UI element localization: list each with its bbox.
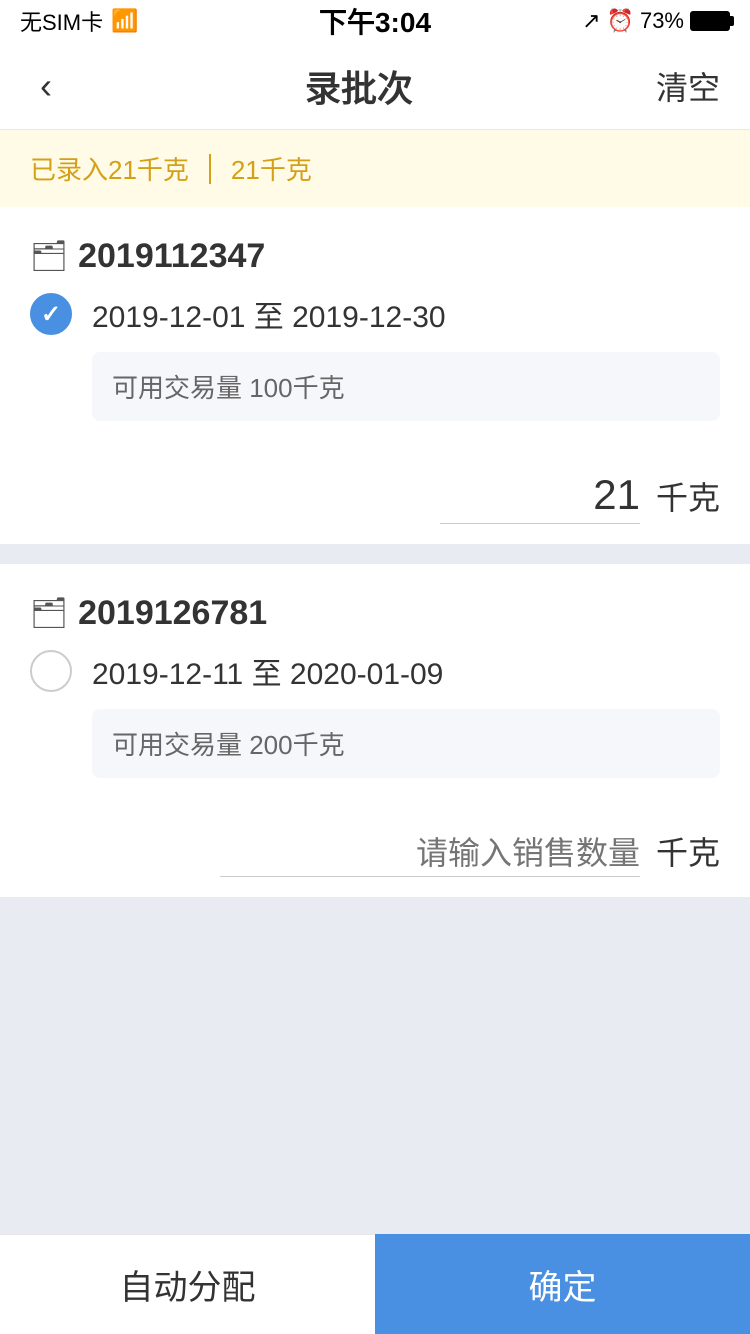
batch1-card: 🗂 2019112347 2019-12-01 至 2019-12-30 可用交…: [0, 207, 750, 451]
status-time: 下午3:04: [319, 1, 431, 41]
batch2-id: 2019126781: [78, 594, 267, 633]
status-bar: 无SIM卡 📶 下午3:04 ↗ ⏰ 73%: [0, 0, 750, 42]
battery-icon: [690, 11, 730, 31]
total-text: 21千克: [231, 150, 312, 187]
batch1-radio[interactable]: [30, 293, 72, 335]
batch2-unit: 千克: [656, 828, 720, 874]
alarm-icon: ⏰: [607, 8, 634, 34]
batch2-qty-input[interactable]: [220, 835, 640, 872]
info-divider: [209, 154, 211, 184]
batch1-available: 可用交易量 100千克: [92, 352, 720, 421]
batch1-header: 🗂 2019112347: [30, 237, 720, 276]
recorded-text: 已录入21千克: [30, 150, 189, 187]
battery-percent: 73%: [640, 8, 684, 34]
batch1-qty-unit: 千克: [656, 473, 720, 519]
batch1-id: 2019112347: [78, 237, 265, 276]
batch1-qty-value: 21: [593, 471, 640, 518]
wifi-icon: 📶: [111, 8, 138, 34]
nav-bar: ‹ 录批次 清空: [0, 42, 750, 130]
batch2-radio[interactable]: [30, 650, 72, 692]
clear-button[interactable]: 清空: [656, 63, 720, 109]
back-button[interactable]: ‹: [30, 55, 62, 117]
status-right: ↗ ⏰ 73%: [582, 8, 730, 34]
section-separator: [0, 544, 750, 564]
bottom-bar: 自动分配 确定: [0, 1234, 750, 1334]
batch2-row: 2019-12-11 至 2020-01-09: [30, 649, 720, 693]
batch1-doc-icon: 🗂: [30, 239, 68, 274]
status-left: 无SIM卡 📶: [20, 5, 139, 37]
batch2-available: 可用交易量 200千克: [92, 709, 720, 778]
auto-distribute-button[interactable]: 自动分配: [0, 1234, 375, 1334]
batch2-date-range: 2019-12-11 至 2020-01-09: [92, 649, 443, 693]
batch2-input-wrapper[interactable]: [220, 835, 640, 877]
content-area: 已录入21千克 21千克 🗂 2019112347 2019-12-01 至 2…: [0, 130, 750, 1297]
carrier-text: 无SIM卡: [20, 5, 103, 37]
batch2-card: 🗂 2019126781 2019-12-11 至 2020-01-09 可用交…: [0, 564, 750, 808]
batch1-date-range: 2019-12-01 至 2019-12-30: [92, 292, 446, 336]
location-icon: ↗: [582, 8, 600, 34]
confirm-button[interactable]: 确定: [375, 1234, 750, 1334]
batch1-row: 2019-12-01 至 2019-12-30: [30, 292, 720, 336]
batch2-doc-icon: 🗂: [30, 596, 68, 631]
batch2-input-row: 千克: [0, 808, 750, 897]
batch1-qty-row: 21 千克: [0, 451, 750, 544]
batch2-header: 🗂 2019126781: [30, 594, 720, 633]
info-banner: 已录入21千克 21千克: [0, 130, 750, 207]
page-title: 录批次: [305, 60, 413, 112]
batch1-qty-display: 21: [440, 471, 640, 524]
